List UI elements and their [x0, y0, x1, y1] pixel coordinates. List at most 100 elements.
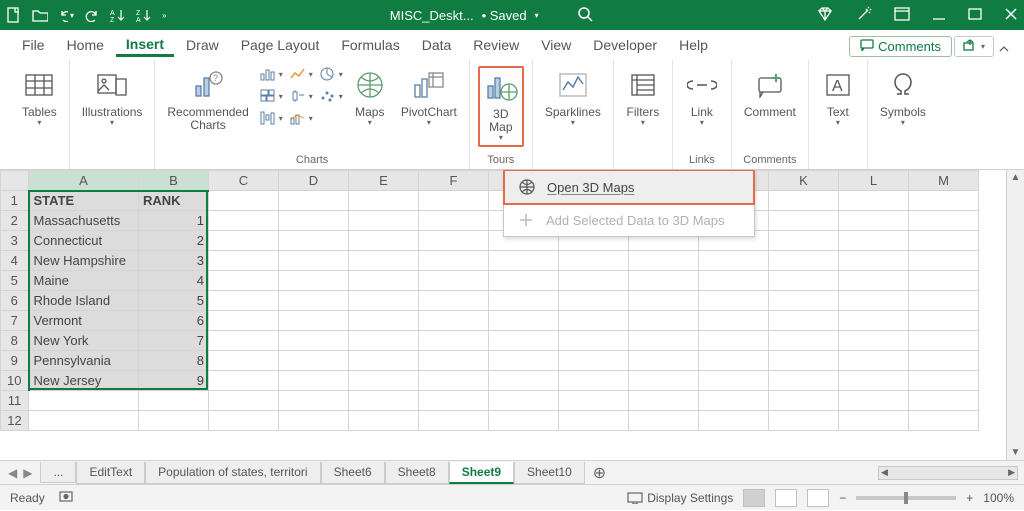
maximize-icon[interactable]: [968, 7, 982, 24]
row-header[interactable]: 11: [1, 391, 29, 411]
open-folder-icon[interactable]: [32, 7, 48, 23]
sheet-tab[interactable]: Sheet6: [321, 462, 385, 484]
scatter-chart-button[interactable]: ▾: [319, 88, 343, 104]
vertical-scrollbar[interactable]: ▲ ▼: [1006, 170, 1024, 460]
cell[interactable]: [419, 231, 489, 251]
cell[interactable]: [909, 211, 979, 231]
cell[interactable]: [419, 411, 489, 431]
cell[interactable]: [209, 331, 279, 351]
row-header[interactable]: 8: [1, 331, 29, 351]
scroll-left-icon[interactable]: ◀: [881, 467, 888, 478]
cell[interactable]: [839, 271, 909, 291]
cell[interactable]: [279, 251, 349, 271]
cell[interactable]: [769, 231, 839, 251]
cell[interactable]: [139, 411, 209, 431]
cell[interactable]: 5: [139, 291, 209, 311]
normal-view-button[interactable]: [743, 489, 765, 507]
cell[interactable]: [839, 351, 909, 371]
illustrations-button[interactable]: Illustrations▾: [78, 66, 147, 130]
cell[interactable]: [279, 411, 349, 431]
scroll-right-icon[interactable]: ▶: [1008, 467, 1015, 478]
column-header[interactable]: E: [349, 171, 419, 191]
sheet-tab[interactable]: Population of states, territori: [145, 462, 320, 484]
sheet-tab[interactable]: Sheet8: [385, 462, 449, 484]
cell[interactable]: [559, 331, 629, 351]
cell[interactable]: [419, 251, 489, 271]
cell[interactable]: [419, 351, 489, 371]
row-header[interactable]: 12: [1, 411, 29, 431]
cell[interactable]: [839, 251, 909, 271]
page-break-view-button[interactable]: [807, 489, 829, 507]
cell[interactable]: [769, 191, 839, 211]
cell[interactable]: [559, 271, 629, 291]
cell[interactable]: [769, 371, 839, 391]
cell[interactable]: [909, 251, 979, 271]
statistic-chart-button[interactable]: ▾: [289, 88, 313, 104]
wand-icon[interactable]: [856, 6, 872, 25]
cell[interactable]: [839, 411, 909, 431]
cell[interactable]: [209, 211, 279, 231]
cell[interactable]: [629, 351, 699, 371]
cell[interactable]: [349, 351, 419, 371]
cell[interactable]: [769, 331, 839, 351]
sheet-tab-more[interactable]: ...: [40, 462, 76, 483]
row-header[interactable]: 1: [1, 191, 29, 211]
column-header[interactable]: L: [839, 171, 909, 191]
recommended-charts-button[interactable]: ? Recommended Charts: [163, 66, 252, 134]
cell[interactable]: [559, 371, 629, 391]
cell[interactable]: [629, 411, 699, 431]
cell[interactable]: Connecticut: [29, 231, 139, 251]
column-header[interactable]: D: [279, 171, 349, 191]
cell[interactable]: [349, 211, 419, 231]
close-icon[interactable]: [1004, 7, 1018, 24]
cell[interactable]: [489, 271, 559, 291]
cell[interactable]: [279, 291, 349, 311]
comment-button[interactable]: Comment: [740, 66, 800, 121]
cell[interactable]: [419, 191, 489, 211]
cell[interactable]: STATE: [29, 191, 139, 211]
cell[interactable]: [349, 331, 419, 351]
macro-record-icon[interactable]: [59, 489, 75, 506]
new-sheet-button[interactable]: ⊕: [585, 463, 614, 483]
new-file-icon[interactable]: [6, 7, 22, 23]
cell[interactable]: [489, 411, 559, 431]
tab-formulas[interactable]: Formulas: [331, 33, 409, 57]
sheet-tab[interactable]: EditText: [76, 462, 145, 484]
cell[interactable]: [419, 271, 489, 291]
minimize-icon[interactable]: [932, 7, 946, 24]
cell[interactable]: [489, 371, 559, 391]
3d-map-button[interactable]: 3D Map ▾: [478, 66, 524, 147]
cell[interactable]: [489, 311, 559, 331]
open-3d-maps-item[interactable]: Open 3D Maps: [503, 171, 755, 205]
cell[interactable]: [699, 391, 769, 411]
column-header[interactable]: F: [419, 171, 489, 191]
zoom-out-button[interactable]: −: [839, 491, 846, 505]
cell[interactable]: [629, 311, 699, 331]
cell[interactable]: [489, 291, 559, 311]
cell[interactable]: [769, 411, 839, 431]
cell[interactable]: [279, 311, 349, 331]
combo-chart-button[interactable]: ▾: [289, 110, 313, 126]
cell[interactable]: [419, 211, 489, 231]
cell[interactable]: [489, 391, 559, 411]
filters-button[interactable]: Filters▾: [622, 66, 664, 130]
cell[interactable]: [209, 411, 279, 431]
sort-asc-icon[interactable]: AZ: [110, 7, 126, 23]
cell[interactable]: [279, 191, 349, 211]
cell[interactable]: [559, 311, 629, 331]
cell[interactable]: Vermont: [29, 311, 139, 331]
cell[interactable]: 4: [139, 271, 209, 291]
cell[interactable]: [699, 351, 769, 371]
zoom-in-button[interactable]: +: [966, 491, 973, 505]
cell[interactable]: [209, 271, 279, 291]
cell[interactable]: [909, 371, 979, 391]
cell[interactable]: [489, 251, 559, 271]
ribbon-display-icon[interactable]: [894, 7, 910, 24]
cell[interactable]: [419, 391, 489, 411]
zoom-slider[interactable]: [856, 496, 956, 500]
link-button[interactable]: Link▾: [681, 66, 723, 130]
cell[interactable]: [839, 371, 909, 391]
cell[interactable]: [909, 331, 979, 351]
cell[interactable]: [489, 331, 559, 351]
tab-file[interactable]: File: [12, 33, 55, 57]
